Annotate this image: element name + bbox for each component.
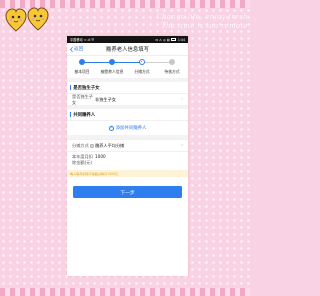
phone-screen: 中国移动 ᯤ.ıll ☰ ⊡ ⚠ ◎ ▤ 1:44 返回 赡养老人信息填写 基本… (67, 36, 188, 276)
chevron-right-icon: › (181, 97, 183, 102)
section-heading-co-supporters: 共同赡养人 (67, 109, 188, 120)
step-label: 待核方式 (164, 69, 180, 74)
nav-bar: 返回 赡养老人信息填写 (67, 43, 188, 56)
section-heading-only-child: 是否独生子女 (67, 82, 188, 93)
add-co-supporter-label: 添加共同赡养人 (115, 126, 147, 131)
add-co-supporter-button[interactable]: + 添加共同赡养人 (67, 120, 188, 135)
help-icon[interactable]: ? (89, 143, 94, 148)
step-dot-verify-method (169, 59, 175, 65)
field-label: 分摊方式 (72, 142, 89, 148)
step-label: 被赡养人信息 (100, 69, 124, 74)
chevron-right-icon: › (181, 143, 183, 148)
notice-banner: 每人每月扣除不得超过每月1000元 (67, 170, 188, 177)
split-method-field[interactable]: 分摊方式? 赡养人平均分摊 › (67, 139, 188, 151)
field-value: 非独生子女 (95, 96, 116, 102)
script-line-2: The time is too remote (160, 22, 248, 30)
page-title: 赡养老人信息填写 (105, 47, 150, 53)
field-value: 赡养人平均分摊 (95, 142, 125, 148)
step-dot-basic (79, 59, 85, 65)
back-button[interactable]: 返回 (70, 43, 83, 55)
step-connector (82, 62, 112, 63)
step-connector (112, 62, 142, 63)
field-value: 1000 (95, 154, 106, 159)
status-bar: 中国移动 ᯤ.ıll ☰ ⊡ ⚠ ◎ ▤ 1:44 (67, 36, 188, 43)
battery-icon (171, 38, 177, 41)
field-label: 是否独生子女 (72, 93, 93, 105)
field-label: 本年度月扣除金额(元) (72, 154, 93, 165)
only-child-field[interactable]: 是否独生子女 非独生子女 › (67, 93, 188, 105)
step-dot-dependent-info (109, 59, 115, 65)
monthly-deduction-field[interactable]: 本年度月扣除金额(元) 1000 (67, 151, 188, 170)
status-time: 1:44 (177, 37, 185, 42)
step-connector (142, 62, 172, 63)
section-accent-bar (70, 112, 72, 117)
bottom-stripe-border (0, 288, 250, 296)
decorative-script-text: Change life, enjoy fresh The time is too… (128, 13, 248, 31)
step-dot-split-method (139, 59, 145, 65)
status-icons: ⊡ ⚠ ◎ ▤ (155, 37, 170, 42)
step-label: 基本项目 (74, 69, 90, 74)
section-accent-bar (70, 85, 72, 90)
cartoon-hearts-icon (5, 7, 49, 32)
add-circle-icon: + (108, 124, 114, 131)
progress-steps: 基本项目 被赡养人信息 分摊方式 待核方式 (67, 56, 188, 78)
carrier-signal: 中国移动 ᯤ.ıll ☰ (70, 38, 95, 42)
script-line-1: Change life, enjoy fresh (156, 13, 248, 21)
step-label: 分摊方式 (134, 69, 150, 74)
back-label: 返回 (74, 47, 84, 52)
chevron-left-icon (70, 46, 73, 52)
next-step-button[interactable]: 下一步 (73, 186, 182, 198)
